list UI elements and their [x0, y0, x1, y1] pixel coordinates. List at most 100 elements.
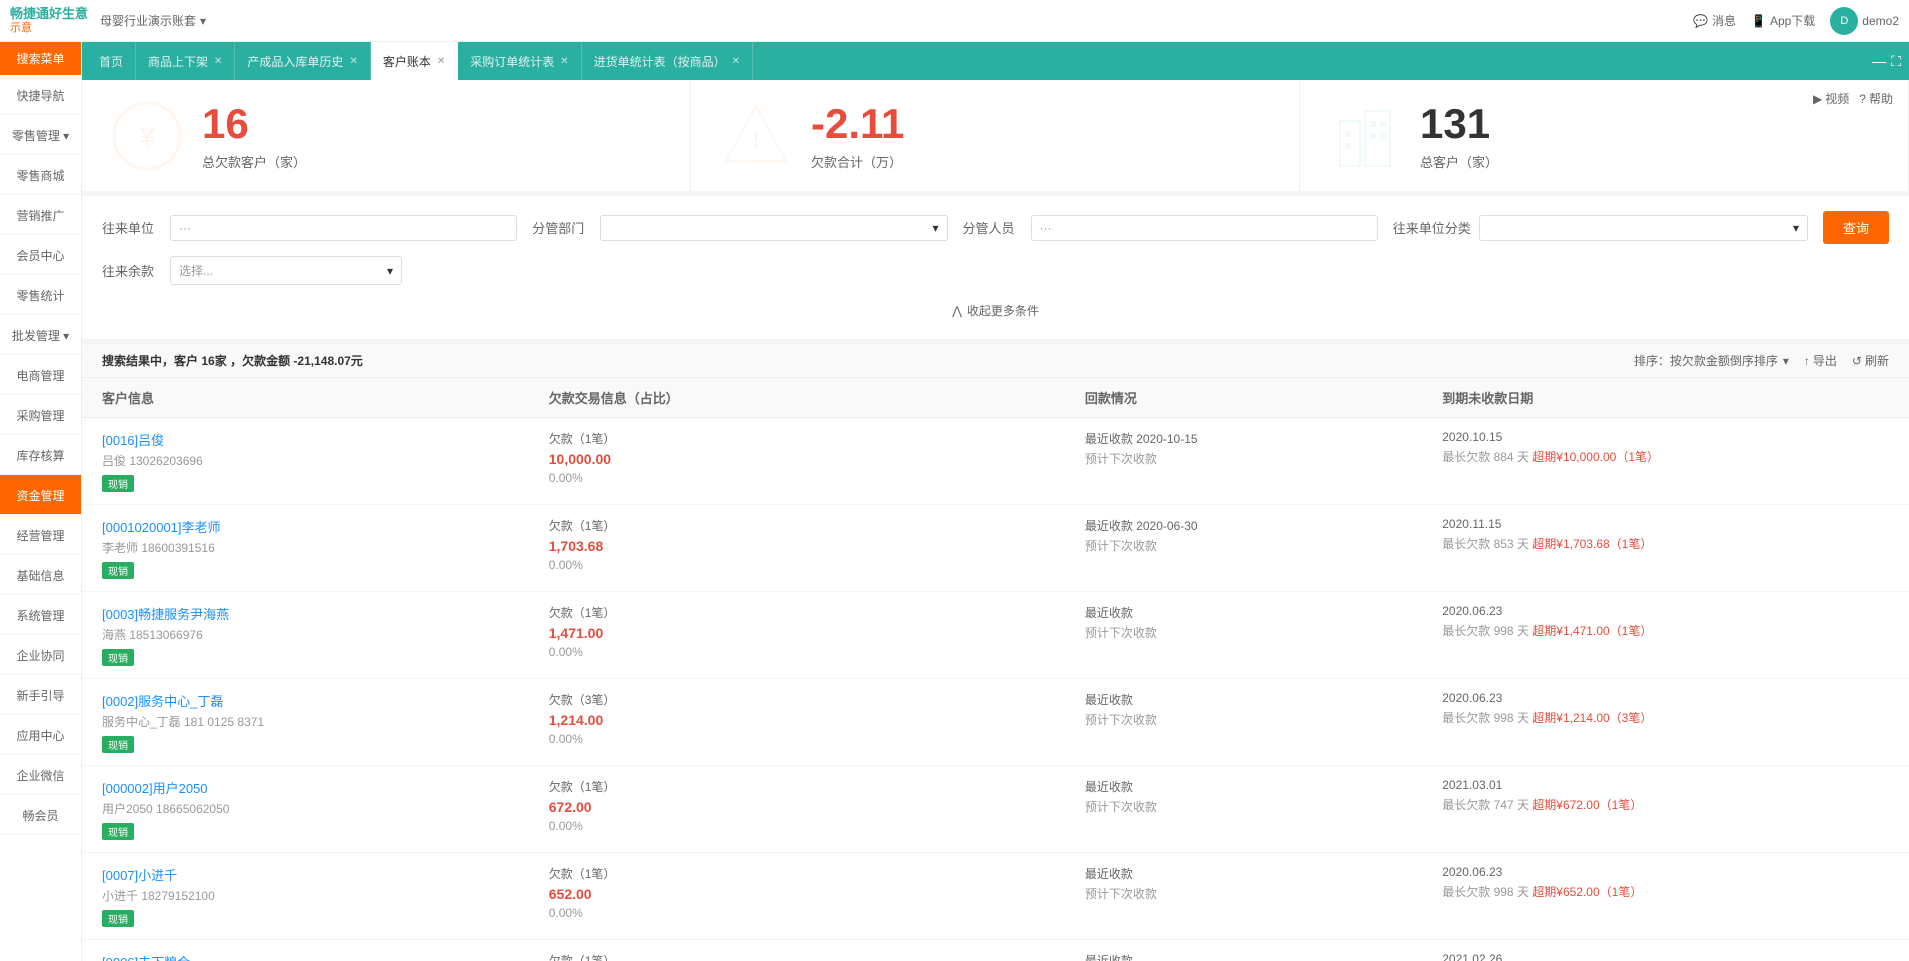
return-date: 最近收款 — [1085, 604, 1442, 621]
industry-selector[interactable]: 母婴行业演示账套 ▾ — [100, 12, 206, 29]
return-date: 最近收款 — [1085, 691, 1442, 708]
date-main: 2020.10.15 — [1442, 430, 1889, 444]
sidebar-item-零售统计[interactable]: 零售统计 — [0, 275, 81, 315]
filter-balance-select[interactable]: 选择... ▾ — [170, 256, 402, 285]
customer-name[interactable]: [0001020001]李老师 — [102, 520, 221, 535]
date-main: 2021.02.26 — [1442, 952, 1889, 961]
customer-name[interactable]: [0002]服务中心_丁磊 — [102, 694, 223, 709]
message-btn[interactable]: 💬 消息 — [1693, 12, 1736, 29]
tabs-bar: 首页商品上下架✕产成品入库单历史✕客户账本✕采购订单统计表✕进货单统计表（按商品… — [82, 42, 1909, 80]
sidebar-item-批发管理[interactable]: 批发管理 ▾ — [0, 315, 81, 355]
date-overdue: 最长欠款 998 天 超期¥1,214.00（3笔） — [1442, 709, 1889, 726]
main-layout: 搜索菜单 快捷导航零售管理 ▾零售商城营销推广会员中心零售统计批发管理 ▾电商管… — [0, 42, 1909, 961]
top-right-actions: 💬 消息 📱 App下载 D demo2 — [1693, 7, 1899, 35]
user-avatar[interactable]: D demo2 — [1830, 7, 1899, 35]
tab-1[interactable]: 商品上下架✕ — [136, 42, 235, 80]
sidebar-item-营销推广[interactable]: 营销推广 — [0, 195, 81, 235]
arrear-percent: 0.00% — [549, 906, 1085, 920]
return-date: 最近收款 2020-06-30 — [1085, 517, 1442, 534]
refresh-btn[interactable]: ↺ 刷新 — [1852, 352, 1889, 369]
tab-0[interactable]: 首页 — [87, 42, 136, 80]
collapse-btn[interactable]: ⋀ 收起更多条件 — [102, 297, 1889, 324]
return-next: 预计下次收款 — [1085, 885, 1442, 902]
arrear-percent: 0.00% — [549, 819, 1085, 833]
return-next: 预计下次收款 — [1085, 624, 1442, 641]
stat-icon-building — [1330, 101, 1400, 171]
sidebar-item-新手引导[interactable]: 新手引导 — [0, 675, 81, 715]
overdue-link[interactable]: 超期¥652.00（1笔） — [1532, 885, 1642, 899]
sidebar-item-企业微信[interactable]: 企业微信 — [0, 755, 81, 795]
sidebar-item-零售商城[interactable]: 零售商城 — [0, 155, 81, 195]
customer-phone: 服务中心_丁磊 181 0125 8371 — [102, 713, 549, 730]
customer-name[interactable]: [0003]畅捷服务尹海燕 — [102, 607, 229, 622]
overdue-link[interactable]: 超期¥1,471.00（1笔） — [1532, 624, 1652, 638]
sidebar-item-基础信息[interactable]: 基础信息 — [0, 555, 81, 595]
customer-phone: 用户2050 18665062050 — [102, 800, 549, 817]
filter-unit: 往来单位 ··· — [102, 215, 517, 241]
arrear-percent: 0.00% — [549, 471, 1085, 485]
stat-icon-minus: ! — [721, 101, 791, 171]
sidebar-item-应用中心[interactable]: 应用中心 — [0, 715, 81, 755]
customer-tag: 现销 — [102, 475, 134, 492]
table-header: 客户信息 欠款交易信息（占比） 回款情况 到期未收款日期 — [82, 378, 1909, 418]
return-next: 预计下次收款 — [1085, 798, 1442, 815]
sidebar-item-库存核算[interactable]: 库存核算 — [0, 435, 81, 475]
customer-tag: 现销 — [102, 649, 134, 666]
sidebar-search[interactable]: 搜索菜单 — [0, 42, 81, 75]
arrear-amount: 652.00 — [549, 886, 1085, 902]
sidebar-item-企业协同[interactable]: 企业协同 — [0, 635, 81, 675]
export-btn[interactable]: ↑ 导出 — [1804, 352, 1837, 369]
sidebar-item-零售管理[interactable]: 零售管理 ▾ — [0, 115, 81, 155]
sidebar-item-会员中心[interactable]: 会员中心 — [0, 235, 81, 275]
stat-label-amount: 欠款合计（万） — [811, 152, 904, 171]
minimize-btn[interactable]: — — [1872, 53, 1886, 69]
sidebar-item-采购管理[interactable]: 采购管理 — [0, 395, 81, 435]
filter-area: 往来单位 ··· 分管部门 ▾ 分管人员 — [82, 196, 1909, 339]
arrear-count: 欠款（1笔） — [549, 430, 1085, 447]
tab-5[interactable]: 进货单统计表（按商品）✕ — [582, 42, 753, 80]
customer-name[interactable]: [0006]去下粮仓 — [102, 955, 190, 961]
overdue-link[interactable]: 超期¥1,703.68（1笔） — [1532, 537, 1652, 551]
date-overdue: 最长欠款 747 天 超期¥672.00（1笔） — [1442, 796, 1889, 813]
sidebar-item-电商管理[interactable]: 电商管理 — [0, 355, 81, 395]
overdue-link[interactable]: 超期¥672.00（1笔） — [1532, 798, 1642, 812]
customer-name[interactable]: [000002]用户2050 — [102, 781, 208, 796]
sort-select[interactable]: 排序：按欠款金额倒序排序 ▾ — [1634, 352, 1789, 369]
filter-category-select[interactable]: ▾ — [1479, 215, 1808, 241]
sidebar-item-快捷导航[interactable]: 快捷导航 — [0, 75, 81, 115]
customer-name[interactable]: [0016]吕俊 — [102, 433, 164, 448]
stat-label-total: 总客户（家） — [1420, 152, 1498, 171]
header-arrear: 欠款交易信息（占比） — [549, 388, 1085, 407]
return-next: 预计下次收款 — [1085, 450, 1442, 467]
sidebar-item-系统管理[interactable]: 系统管理 — [0, 595, 81, 635]
logo-area: 畅捷通好生意 示意 — [10, 6, 90, 35]
overdue-link[interactable]: 超期¥10,000.00（1笔） — [1532, 450, 1659, 464]
stat-number-total: 131 — [1420, 100, 1498, 148]
query-button[interactable]: 查询 — [1823, 211, 1889, 244]
stat-icon-yuan: ¥ — [112, 101, 182, 171]
download-btn[interactable]: 📱 App下载 — [1751, 12, 1815, 29]
arrear-count: 欠款（1笔） — [549, 778, 1085, 795]
overdue-link[interactable]: 超期¥1,214.00（3笔） — [1532, 711, 1652, 725]
stat-card-total: 131 总客户（家） ▶ 视频 ? 帮助 — [1300, 80, 1909, 191]
arrear-amount: 672.00 — [549, 799, 1085, 815]
filter-person-input[interactable]: ··· — [1031, 215, 1378, 241]
filter-dept-select[interactable]: ▾ — [600, 215, 947, 241]
date-main: 2020.06.23 — [1442, 691, 1889, 705]
date-main: 2020.06.23 — [1442, 865, 1889, 879]
filter-unit-input[interactable]: ··· — [170, 215, 517, 241]
customer-phone: 李老师 18600391516 — [102, 539, 549, 556]
help-btn[interactable]: ? 帮助 — [1859, 90, 1893, 107]
tab-2[interactable]: 产成品入库单历史✕ — [235, 42, 370, 80]
sidebar-item-畅会员[interactable]: 畅会员 — [0, 795, 81, 835]
sidebar-item-资金管理[interactable]: 资金管理 — [0, 475, 81, 515]
tab-4[interactable]: 采购订单统计表✕ — [458, 42, 581, 80]
customer-name[interactable]: [0007]小进千 — [102, 868, 177, 883]
svg-text:!: ! — [753, 129, 759, 151]
expand-btn[interactable]: ⛶ — [1891, 53, 1901, 70]
sidebar-item-经营管理[interactable]: 经营管理 — [0, 515, 81, 555]
table-row: [0016]吕俊 吕俊 13026203696 现销 欠款（1笔） 10,000… — [82, 418, 1909, 505]
customer-phone: 吕俊 13026203696 — [102, 452, 549, 469]
tab-3[interactable]: 客户账本✕ — [371, 42, 458, 80]
video-btn[interactable]: ▶ 视频 — [1813, 90, 1849, 107]
